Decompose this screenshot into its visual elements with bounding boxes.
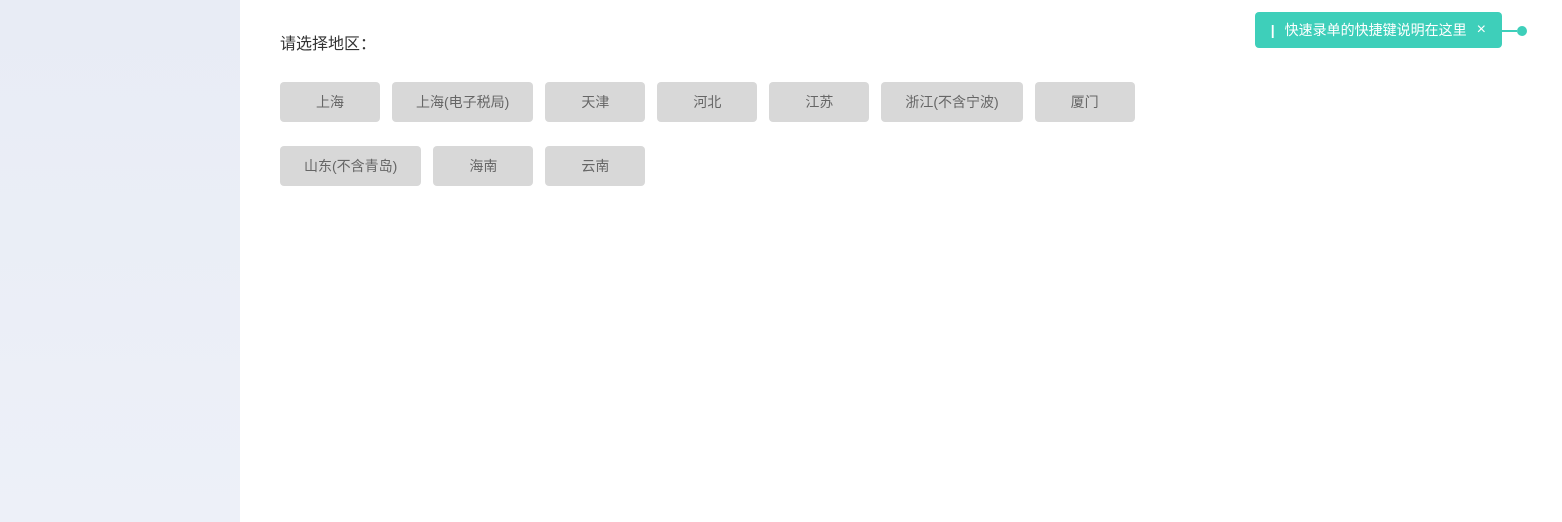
left-sidebar — [0, 0, 240, 522]
main-content: 请选择地区： 上海 上海(电子税局) 天津 河北 江苏 浙江(不含宁波) 厦门 … — [240, 0, 1562, 522]
region-btn-zhejiang[interactable]: 浙江(不含宁波) — [881, 82, 1022, 122]
region-btn-hebei[interactable]: 河北 — [657, 82, 757, 122]
dot-indicator — [1517, 26, 1527, 36]
region-btn-jiangsu[interactable]: 江苏 — [769, 82, 869, 122]
region-btn-shandong[interactable]: 山东(不含青岛) — [280, 146, 421, 186]
region-btn-hainan[interactable]: 海南 — [433, 146, 533, 186]
tooltip-banner: 快速录单的快捷键说明在这里 × — [1255, 12, 1502, 48]
tooltip-close-button[interactable]: × — [1477, 22, 1486, 38]
region-btn-tianjin[interactable]: 天津 — [545, 82, 645, 122]
connector-line — [1499, 30, 1517, 32]
tooltip-text: 快速录单的快捷键说明在这里 — [1285, 20, 1467, 40]
region-btn-yunnan[interactable]: 云南 — [545, 146, 645, 186]
region-buttons-container: 上海 上海(电子税局) 天津 河北 江苏 浙江(不含宁波) 厦门 山东(不含青岛… — [280, 82, 1522, 186]
region-btn-shanghai-etax[interactable]: 上海(电子税局) — [392, 82, 533, 122]
region-btn-xiamen[interactable]: 厦门 — [1035, 82, 1135, 122]
region-btn-shanghai[interactable]: 上海 — [280, 82, 380, 122]
